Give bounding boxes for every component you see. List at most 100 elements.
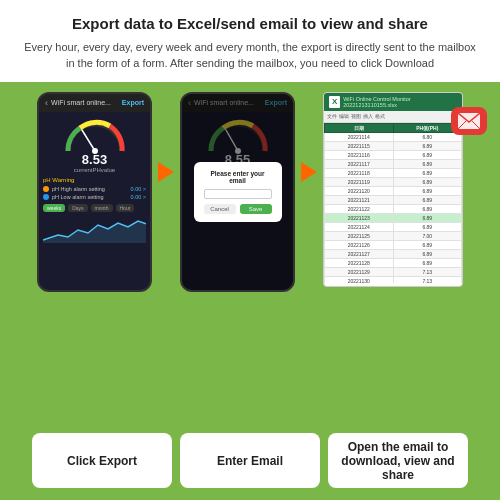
arrow2-container — [301, 92, 317, 182]
open-email-btn[interactable]: Open the email to download, view and sha… — [328, 433, 468, 488]
table-row: 202211186.89 — [325, 168, 462, 177]
cell-ph: 6.89 — [393, 204, 461, 213]
cell-date: 20221119 — [325, 177, 394, 186]
excel-body: 日期 PH值(PH) 202211146.80202211156.8920221… — [324, 123, 462, 283]
cell-date: 20221124 — [325, 222, 394, 231]
dialog-save-btn[interactable]: Save — [240, 204, 272, 214]
cell-ph: 6.89 — [393, 240, 461, 249]
cell-ph: 7.00 — [393, 231, 461, 240]
table-row: 202211236.89 — [325, 213, 462, 222]
table-row: 202211276.89 — [325, 249, 462, 258]
table-row: 202211297.13 — [325, 267, 462, 276]
table-row: 202211266.89 — [325, 240, 462, 249]
table-row: 202211246.89 — [325, 222, 462, 231]
cell-ph: 6.89 — [393, 222, 461, 231]
cell-ph: 6.89 — [393, 159, 461, 168]
cell-ph: 6.89 — [393, 186, 461, 195]
arrow2-right-icon — [301, 162, 317, 182]
phone1-alarm2: pH Low alarm setting 0.00 > — [43, 194, 146, 200]
cell-date: 20221118 — [325, 168, 394, 177]
cell-date: 20221122 — [325, 204, 394, 213]
main-description: Every hour, every day, every week and ev… — [20, 39, 480, 72]
table-row: 202211166.89 — [325, 150, 462, 159]
toolbar-item-1: 文件 — [327, 113, 337, 119]
email-dialog: Please enter your email Cancel Save — [194, 162, 282, 222]
excel-header: X WiFi Online Control Monitor 2022121311… — [324, 93, 462, 111]
toolbar-item-5: 格式 — [375, 113, 385, 119]
phone1-header: ‹ WiFi smart online... Export — [39, 94, 150, 112]
alarm1-text: pH High alarm setting — [52, 186, 131, 192]
alarm1-dot — [43, 186, 49, 192]
phones-wrapper: ‹ WiFi smart online... Export — [8, 92, 492, 292]
svg-marker-2 — [43, 221, 146, 243]
open-email-label: Open the email to download, view and sha… — [332, 440, 464, 482]
cell-date: 20221120 — [325, 186, 394, 195]
cell-date: 20221117 — [325, 159, 394, 168]
alarm2-val: 0.00 > — [131, 194, 146, 200]
email-icon — [451, 107, 487, 135]
dialog-title: Please enter your email — [204, 170, 272, 184]
click-export-btn[interactable]: Click Export — [32, 433, 172, 488]
alarm2-text: pH Low alarm setting — [52, 194, 131, 200]
time-btn-month[interactable]: month — [91, 204, 113, 212]
cell-date: 20221125 — [325, 231, 394, 240]
phone1: ‹ WiFi smart online... Export — [37, 92, 152, 292]
alarm2-dot — [43, 194, 49, 200]
click-export-label: Click Export — [67, 454, 137, 468]
phone1-gauge-container: 8.53 currentPHvalue — [43, 116, 146, 173]
table-row: 202211206.89 — [325, 186, 462, 195]
table-row: 202211146.80 — [325, 132, 462, 141]
top-text-section: Export data to Excel/send email to view … — [0, 0, 500, 82]
arrow-right-icon — [158, 162, 174, 182]
time-btn-days[interactable]: Days — [68, 204, 87, 212]
phone1-alarm1: pH High alarm setting 0.00 > — [43, 186, 146, 192]
time-btn-weeks[interactable]: weeks — [43, 204, 65, 212]
cell-ph: 7.13 — [393, 267, 461, 276]
dialog-cancel-btn[interactable]: Cancel — [204, 204, 236, 214]
table-row: 202211156.89 — [325, 141, 462, 150]
table-row: 202211307.13 — [325, 276, 462, 283]
cell-ph: 6.89 — [393, 150, 461, 159]
cell-date: 20221115 — [325, 141, 394, 150]
chart-svg — [43, 215, 146, 243]
back-icon: ‹ — [45, 98, 48, 108]
enter-email-label: Enter Email — [217, 454, 283, 468]
cell-date: 20221123 — [325, 213, 394, 222]
email-icon-container — [451, 107, 487, 135]
toolbar-item-3: 视图 — [351, 113, 361, 119]
green-section: ‹ WiFi smart online... Export — [0, 82, 500, 426]
time-btn-hour[interactable]: Hour — [116, 204, 135, 212]
phone1-body: 8.53 currentPHvalue pH Warning pH High a… — [39, 112, 150, 247]
toolbar-item-4: 插入 — [363, 113, 373, 119]
table-row: 202211286.89 — [325, 258, 462, 267]
phone1-ph-warning: pH Warning — [43, 177, 146, 183]
svg-line-0 — [82, 130, 95, 151]
phone1-time-buttons: weeks Days month Hour — [43, 204, 146, 212]
phone1-export-btn[interactable]: Export — [122, 99, 144, 106]
table-row: 202211257.00 — [325, 231, 462, 240]
cell-ph: 6.89 — [393, 213, 461, 222]
alarm1-val: 0.00 > — [131, 186, 146, 192]
gauge-svg — [60, 116, 130, 154]
bottom-buttons: Click Export Enter Email Open the email … — [0, 425, 500, 500]
cell-date: 20221121 — [325, 195, 394, 204]
cell-ph: 6.89 — [393, 249, 461, 258]
phone1-title: WiFi smart online... — [51, 99, 111, 106]
excel-table: 日期 PH值(PH) 202211146.80202211156.8920221… — [324, 123, 462, 283]
cell-date: 20221126 — [325, 240, 394, 249]
excel-sheet: X WiFi Online Control Monitor 2022121311… — [323, 92, 463, 287]
cell-ph: 6.89 — [393, 258, 461, 267]
toolbar-item-2: 编辑 — [339, 113, 349, 119]
table-row: 202211216.89 — [325, 195, 462, 204]
cell-ph: 6.89 — [393, 177, 461, 186]
cell-ph: 7.13 — [393, 276, 461, 283]
cell-date: 20221129 — [325, 267, 394, 276]
svg-point-1 — [92, 148, 98, 154]
phone1-chart — [43, 215, 146, 243]
enter-email-btn[interactable]: Enter Email — [180, 433, 320, 488]
email-input[interactable] — [204, 189, 272, 199]
dialog-overlay: Please enter your email Cancel Save — [182, 94, 293, 290]
table-row: 202211196.89 — [325, 177, 462, 186]
cell-ph: 6.89 — [393, 141, 461, 150]
phone1-gauge — [60, 116, 130, 154]
